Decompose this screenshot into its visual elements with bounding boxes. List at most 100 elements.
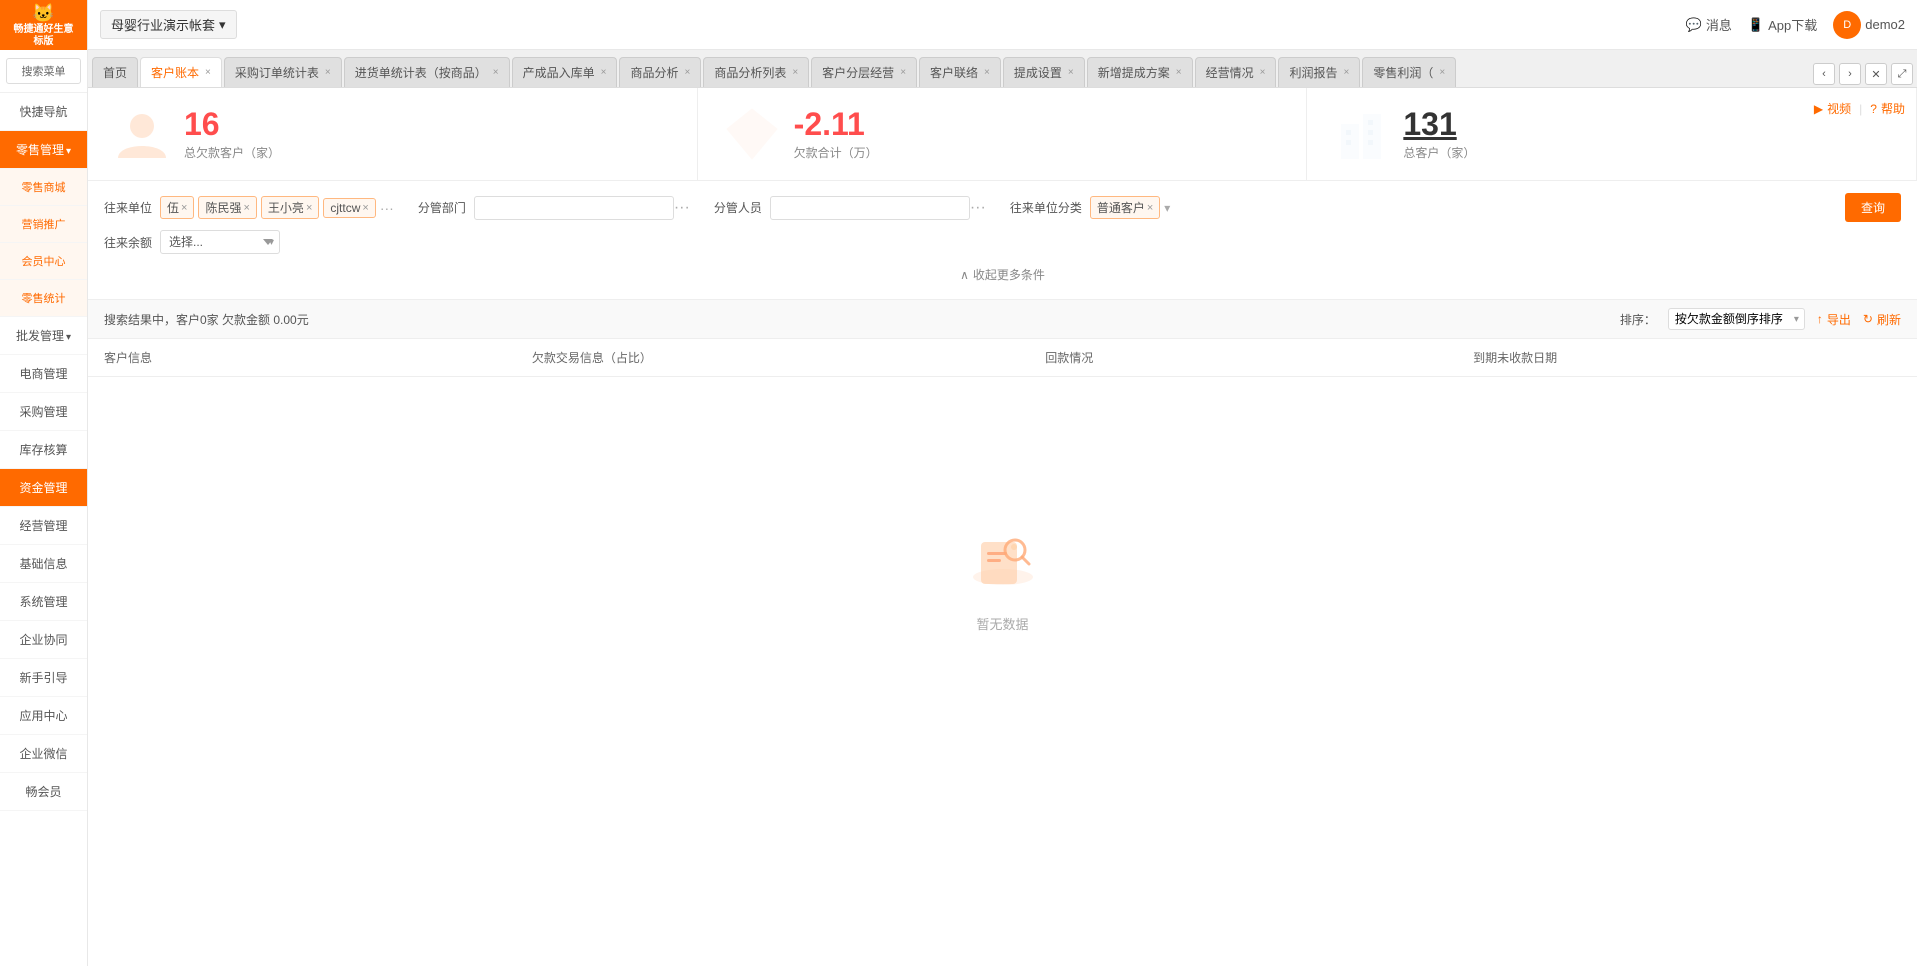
tab-new-raise-plan[interactable]: 新增提成方案 × [1087, 57, 1193, 87]
sidebar-item-enterprise-wechat[interactable]: 企业微信 [0, 735, 87, 773]
col-debt-info: 欠款交易信息（占比） [532, 349, 1045, 366]
sidebar-item-inventory-check[interactable]: 库存核算 [0, 431, 87, 469]
sort-select[interactable]: 按欠款金额倒序排序 [1668, 308, 1805, 330]
dept-filter-input[interactable] [474, 196, 674, 220]
tab-close-all-button[interactable]: ✕ [1865, 63, 1887, 85]
close-icon[interactable]: × [1147, 202, 1153, 214]
tab-raise-setting[interactable]: 提成设置 × [1003, 57, 1085, 87]
tab-customer-contact[interactable]: 客户联络 × [919, 57, 1001, 87]
tab-inbound-stats[interactable]: 进货单统计表（按商品） × [344, 57, 510, 87]
close-icon[interactable]: × [306, 202, 312, 214]
sidebar-item-app-center[interactable]: 应用中心 [0, 697, 87, 735]
unit-class-dropdown-icon[interactable]: ▾ [1164, 201, 1170, 215]
person-more-icon[interactable]: ··· [970, 199, 986, 217]
tab-expand-button[interactable]: ⤢ [1891, 63, 1913, 85]
col-repayment: 回款情况 [1045, 349, 1473, 366]
person-filter-wrap: ··· [770, 196, 986, 220]
tab-product-analysis-list[interactable]: 商品分析列表 × [703, 57, 809, 87]
tab-home[interactable]: 首页 [92, 57, 138, 87]
sidebar-item-ecommerce-mgmt[interactable]: 电商管理 [0, 355, 87, 393]
filter-tag-cjttcw: cjttcw × [323, 198, 375, 218]
stat-debt-amount: -2.11 欠款合计（万） [698, 88, 1308, 180]
help-link[interactable]: ? 帮助 [1870, 100, 1905, 117]
topbar-left: 母婴行业演示帐套 ▾ [100, 10, 237, 39]
sidebar-item-retail-mall[interactable]: 零售商城 [0, 169, 87, 206]
close-icon[interactable]: × [792, 67, 798, 78]
app-download-button[interactable]: 📱 App下载 [1748, 15, 1817, 34]
sidebar-item-wholesale-mgmt[interactable]: 批发管理 [0, 317, 87, 355]
export-icon: ↑ [1817, 312, 1823, 326]
tab-customer-tier[interactable]: 客户分层经营 × [811, 57, 917, 87]
person-filter-input[interactable] [770, 196, 970, 220]
table-body: 暂无数据 [88, 377, 1917, 777]
dept-filter-wrap: ··· [474, 196, 690, 220]
filter-tag-wu: 伍 × [160, 196, 194, 219]
result-bar-right: 排序： 按欠款金额倒序排序 ↑ 导出 ↻ 刷新 [1620, 308, 1901, 330]
close-icon[interactable]: × [684, 67, 690, 78]
tab-customer-book[interactable]: 客户账本 × [140, 57, 222, 87]
query-button[interactable]: 查询 [1845, 193, 1901, 222]
tab-next-button[interactable]: › [1839, 63, 1861, 85]
tab-prev-button[interactable]: ‹ [1813, 63, 1835, 85]
search-menu-button[interactable]: 搜索菜单 [6, 58, 81, 84]
person-filter-label: 分管人员 [714, 199, 762, 216]
close-icon[interactable]: × [493, 67, 499, 78]
export-button[interactable]: ↑ 导出 [1817, 311, 1851, 328]
tab-label: 采购订单统计表 [235, 64, 319, 81]
tab-profit-report[interactable]: 利润报告 × [1278, 57, 1360, 87]
collapse-button[interactable]: ∧ 收起更多条件 [952, 262, 1053, 287]
refresh-button[interactable]: ↻ 刷新 [1863, 311, 1901, 328]
tabbar-controls: ‹ › ✕ ⤢ [1813, 63, 1913, 87]
tab-label: 利润报告 [1289, 64, 1337, 81]
tab-retail-profit[interactable]: 零售利润（ × [1362, 57, 1456, 87]
close-icon[interactable]: × [900, 67, 906, 78]
close-icon[interactable]: × [984, 67, 990, 78]
tab-purchase-order[interactable]: 采购订单统计表 × [224, 57, 342, 87]
sidebar-item-ops-mgmt[interactable]: 经营管理 [0, 507, 87, 545]
video-link[interactable]: ▶ 视频 [1814, 100, 1851, 117]
more-tags-button[interactable]: ··· [380, 200, 394, 216]
stat-number-debt-customers: 16 [184, 108, 280, 140]
tab-product-analysis[interactable]: 商品分析 × [619, 57, 701, 87]
filter-tag-chen: 陈民强 × [198, 196, 256, 219]
dept-filter-label: 分管部门 [418, 199, 466, 216]
filter-tag-wang: 王小亮 × [261, 196, 319, 219]
tab-cost-inbound[interactable]: 产成品入库单 × [512, 57, 618, 87]
dept-more-icon[interactable]: ··· [674, 199, 690, 217]
message-button[interactable]: 💬 消息 [1686, 15, 1732, 34]
close-icon[interactable]: × [1176, 67, 1182, 78]
close-icon[interactable]: × [1260, 67, 1266, 78]
close-icon[interactable]: × [601, 67, 607, 78]
close-icon[interactable]: × [362, 202, 368, 214]
sidebar-item-capital-mgmt[interactable]: 资金管理 [0, 469, 87, 507]
sidebar-item-vip-member[interactable]: 畅会员 [0, 773, 87, 811]
diamond-icon [722, 104, 782, 164]
sidebar: 🐱 畅捷通好生意 标版 搜索菜单 快捷导航 零售管理 零售商城 营销推广 会员中… [0, 0, 88, 966]
balance-filter-select[interactable]: 选择... [160, 230, 280, 254]
sidebar-item-retail-stats[interactable]: 零售统计 [0, 280, 87, 317]
filter-row-2: 往来余额 选择... [104, 230, 1901, 254]
close-icon[interactable]: × [205, 67, 211, 78]
account-selector[interactable]: 母婴行业演示帐套 ▾ [100, 10, 237, 39]
empty-text: 暂无数据 [976, 614, 1028, 633]
close-icon[interactable]: × [325, 67, 331, 78]
close-icon[interactable]: × [1068, 67, 1074, 78]
user-profile[interactable]: D demo2 [1833, 11, 1905, 39]
sidebar-item-new-guide[interactable]: 新手引导 [0, 659, 87, 697]
sidebar-item-sys-mgmt[interactable]: 系统管理 [0, 583, 87, 621]
sidebar-item-basic-info[interactable]: 基础信息 [0, 545, 87, 583]
close-icon[interactable]: × [1343, 67, 1349, 78]
sidebar-item-purchase-mgmt[interactable]: 采购管理 [0, 393, 87, 431]
close-icon[interactable]: × [181, 202, 187, 214]
tab-label: 商品分析 [630, 64, 678, 81]
tab-biz-status[interactable]: 经营情况 × [1195, 57, 1277, 87]
close-icon[interactable]: × [1439, 67, 1445, 78]
sidebar-item-quick-nav[interactable]: 快捷导航 [0, 93, 87, 131]
sidebar-item-retail-mgmt[interactable]: 零售管理 [0, 131, 87, 169]
filter-row-1: 往来单位 伍 × 陈民强 × 王小亮 × cjttcw [104, 193, 1901, 222]
close-icon[interactable]: × [243, 202, 249, 214]
sidebar-item-marketing[interactable]: 营销推广 [0, 206, 87, 243]
sidebar-item-member-center[interactable]: 会员中心 [0, 243, 87, 280]
sidebar-item-enterprise-collab[interactable]: 企业协同 [0, 621, 87, 659]
sort-label: 排序： [1620, 311, 1656, 328]
